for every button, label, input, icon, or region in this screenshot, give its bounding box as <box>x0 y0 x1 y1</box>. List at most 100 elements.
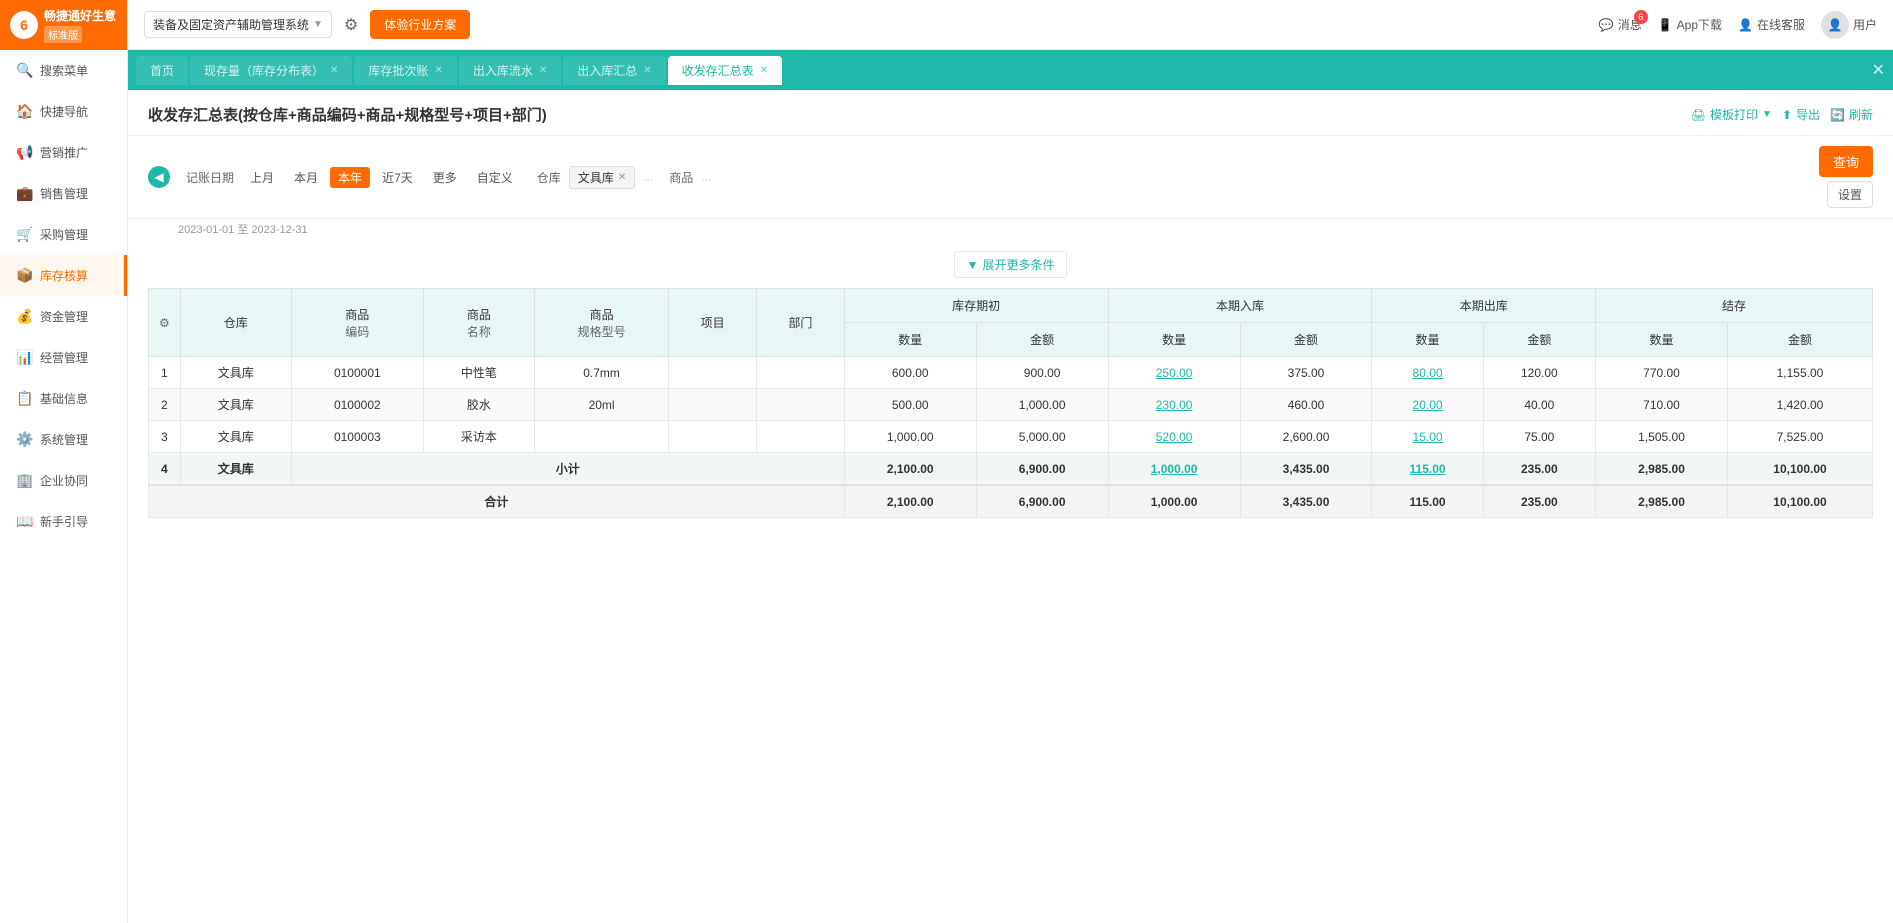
sales-icon: 💼 <box>16 185 32 202</box>
header-right: 💬 消息 6 📱 App下载 👤 在线客服 👤 用户 <box>1599 11 1877 39</box>
row-open-qty: 600.00 <box>844 357 976 389</box>
app-download-action[interactable]: 📱 App下载 <box>1658 16 1722 33</box>
close-all-tabs[interactable]: ✕ <box>1872 60 1885 80</box>
row-out-qty[interactable]: 20.00 <box>1372 389 1483 421</box>
sidebar-item-purchase[interactable]: 🛒 采购管理 <box>0 214 127 255</box>
table-row: 3 文具库 0100003 采访本 1,000.00 5,000.00 520.… <box>149 421 1873 453</box>
sidebar-item-operations[interactable]: 📊 经营管理 <box>0 337 127 378</box>
sidebar-item-basic-info[interactable]: 📋 基础信息 <box>0 378 127 419</box>
tab-close-stock-dist[interactable]: ✕ <box>330 65 338 76</box>
col-end-amt-header: 金额 <box>1727 323 1872 357</box>
sidebar-item-sales[interactable]: 💼 销售管理 <box>0 173 127 214</box>
sidebar-item-enterprise[interactable]: 🏢 企业协同 <box>0 460 127 501</box>
date-btn-本年[interactable]: 本年 <box>330 167 370 188</box>
main-content: 装备及固定资产辅助管理系统 ▼ ⚙ 体验行业方案 💬 消息 6 📱 App下载 … <box>128 0 1893 923</box>
row-project <box>669 389 757 421</box>
row-warehouse: 文具库 <box>180 421 291 453</box>
print-btn[interactable]: 🖨 模板打印 ▼ <box>1691 106 1772 123</box>
row-out-amt: 40.00 <box>1483 389 1595 421</box>
quick-nav-icon: 🏠 <box>16 103 32 120</box>
total-in-amt: 3,435.00 <box>1240 485 1372 518</box>
tab-flow[interactable]: 出入库流水✕ <box>459 56 561 85</box>
chevron-down-icon: ▼ <box>313 19 323 30</box>
row-project <box>669 421 757 453</box>
date-btn-上月[interactable]: 上月 <box>242 167 282 188</box>
date-btn-本月[interactable]: 本月 <box>286 167 326 188</box>
sidebar-item-inventory[interactable]: 📦 库存核算 <box>0 255 127 296</box>
online-service-action[interactable]: 👤 在线客服 <box>1738 16 1805 33</box>
tab-label-summary: 出入库汇总 <box>577 62 637 79</box>
column-settings-icon[interactable]: ⚙ <box>159 316 170 330</box>
subtotal-open-qty: 2,100.00 <box>844 453 976 486</box>
total-end-amt: 10,100.00 <box>1727 485 1872 518</box>
settings-icon[interactable]: ⚙ <box>344 15 358 35</box>
sidebar-label-enterprise: 企业协同 <box>40 472 88 489</box>
subtotal-row: 4 文具库 小计 2,100.00 6,900.00 1,000.00 3,43… <box>149 453 1873 486</box>
system-selector[interactable]: 装备及固定资产辅助管理系统 ▼ <box>144 11 332 38</box>
sidebar-item-search[interactable]: 🔍 搜索菜单 <box>0 50 127 91</box>
tab-close-recv-summary[interactable]: ✕ <box>760 65 768 76</box>
row-in-qty[interactable]: 520.00 <box>1108 421 1240 453</box>
settings-button[interactable]: 设置 <box>1827 181 1873 208</box>
row-end-amt: 1,155.00 <box>1727 357 1872 389</box>
sidebar-item-quick-nav[interactable]: 🏠 快捷导航 <box>0 91 127 132</box>
operations-icon: 📊 <box>16 349 32 366</box>
sidebar-item-marketing[interactable]: 📢 营销推广 <box>0 132 127 173</box>
expand-more-btn[interactable]: ▼ 展开更多条件 <box>954 251 1068 278</box>
sidebar-item-finance[interactable]: 💰 资金管理 <box>0 296 127 337</box>
row-spec: 20ml <box>534 389 668 421</box>
row-end-amt: 1,420.00 <box>1727 389 1872 421</box>
trial-button[interactable]: 体验行业方案 <box>370 10 470 39</box>
warehouse-tag-close[interactable]: ✕ <box>618 172 626 183</box>
tab-recv-summary[interactable]: 收发存汇总表✕ <box>668 56 782 85</box>
col-settings-header: ⚙ <box>149 289 181 357</box>
row-in-amt: 375.00 <box>1240 357 1372 389</box>
guide-icon: 📖 <box>16 513 32 530</box>
date-buttons: 上月本月本年近7天更多自定义 <box>242 167 521 188</box>
row-end-qty: 710.00 <box>1596 389 1728 421</box>
refresh-btn[interactable]: 🔄 刷新 <box>1830 106 1873 123</box>
tab-close-summary[interactable]: ✕ <box>643 65 651 76</box>
sidebar-label-search: 搜索菜单 <box>40 62 88 79</box>
row-out-qty[interactable]: 15.00 <box>1372 421 1483 453</box>
sidebar-item-system[interactable]: ⚙️ 系统管理 <box>0 419 127 460</box>
row-open-qty: 1,000.00 <box>844 421 976 453</box>
top-header: 装备及固定资产辅助管理系统 ▼ ⚙ 体验行业方案 💬 消息 6 📱 App下载 … <box>128 0 1893 50</box>
tab-close-flow[interactable]: ✕ <box>539 65 547 76</box>
row-name: 胶水 <box>423 389 534 421</box>
header-left: 装备及固定资产辅助管理系统 ▼ ⚙ 体验行业方案 <box>144 10 470 39</box>
date-btn-近7天[interactable]: 近7天 <box>374 167 421 188</box>
warehouse-tag[interactable]: 文具库 ✕ <box>569 166 635 189</box>
tab-close-batch[interactable]: ✕ <box>434 65 442 76</box>
query-button[interactable]: 查询 <box>1819 146 1873 177</box>
row-name: 采访本 <box>423 421 534 453</box>
product-more-icon[interactable]: ... <box>701 170 711 184</box>
row-in-qty[interactable]: 250.00 <box>1108 357 1240 389</box>
filter-collapse-btn[interactable]: ◀ <box>148 166 170 188</box>
total-out-qty: 115.00 <box>1372 485 1483 518</box>
tab-summary[interactable]: 出入库汇总 ✕ <box>563 56 665 85</box>
row-no: 2 <box>149 389 181 421</box>
sidebar-item-guide[interactable]: 📖 新手引导 <box>0 501 127 542</box>
tab-home[interactable]: 首页 <box>136 56 188 85</box>
message-icon: 💬 <box>1599 18 1614 32</box>
subtotal-out-amt: 235.00 <box>1483 453 1595 486</box>
row-out-qty[interactable]: 80.00 <box>1372 357 1483 389</box>
row-end-qty: 770.00 <box>1596 357 1728 389</box>
message-action[interactable]: 💬 消息 6 <box>1599 16 1642 33</box>
table-row: 2 文具库 0100002 胶水 20ml 500.00 1,000.00 23… <box>149 389 1873 421</box>
warehouse-more-icon[interactable]: ... <box>643 170 653 184</box>
export-btn[interactable]: ⬆ 导出 <box>1782 106 1820 123</box>
user-action[interactable]: 👤 用户 <box>1821 11 1877 39</box>
subtotal-end-amt: 10,100.00 <box>1727 453 1872 486</box>
sidebar-label-inventory: 库存核算 <box>40 267 88 284</box>
chevron-down-icon: ▼ <box>967 258 979 272</box>
date-btn-自定义[interactable]: 自定义 <box>469 167 521 188</box>
service-icon: 👤 <box>1738 18 1753 32</box>
printer-icon: 🖨 <box>1691 108 1706 122</box>
date-btn-更多[interactable]: 更多 <box>425 167 465 188</box>
table-row: 1 文具库 0100001 中性笔 0.7mm 600.00 900.00 25… <box>149 357 1873 389</box>
row-in-qty[interactable]: 230.00 <box>1108 389 1240 421</box>
tab-batch[interactable]: 库存批次账✕ <box>354 56 456 85</box>
tab-stock-dist[interactable]: 现存量（库存分布表）✕ <box>190 56 352 85</box>
